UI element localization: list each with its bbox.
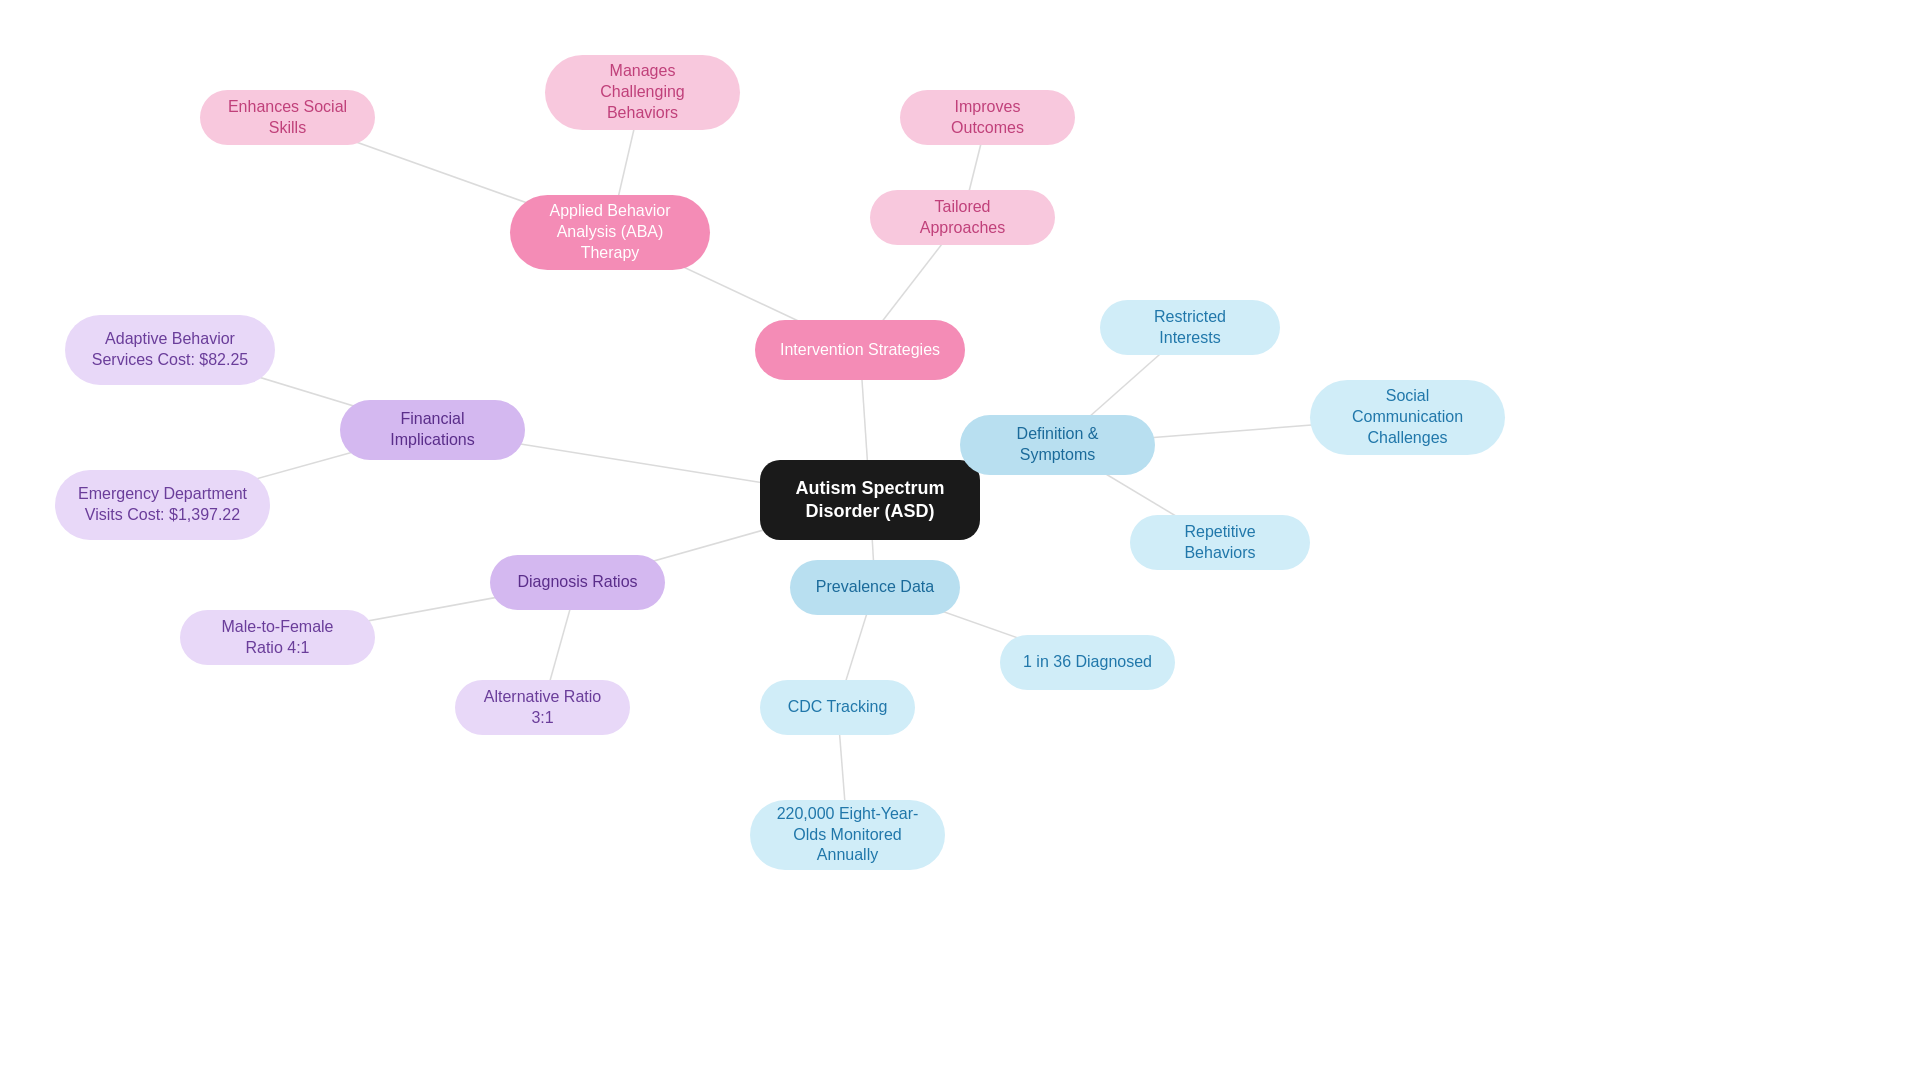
aba-therapy[interactable]: Applied Behavior Analysis (ABA) Therapy <box>510 195 710 270</box>
alternative-ratio[interactable]: Alternative Ratio 3:1 <box>455 680 630 735</box>
social-communication[interactable]: Social Communication Challenges <box>1310 380 1505 455</box>
male-female-ratio[interactable]: Male-to-Female Ratio 4:1 <box>180 610 375 665</box>
cdc-tracking[interactable]: CDC Tracking <box>760 680 915 735</box>
emergency-visits[interactable]: Emergency Department Visits Cost: $1,397… <box>55 470 270 540</box>
tailored-approaches[interactable]: Tailored Approaches <box>870 190 1055 245</box>
connections-svg <box>0 0 1920 1083</box>
prevalence-data[interactable]: Prevalence Data <box>790 560 960 615</box>
enhances-social[interactable]: Enhances Social Skills <box>200 90 375 145</box>
intervention-strategies[interactable]: Intervention Strategies <box>755 320 965 380</box>
repetitive-behaviors[interactable]: Repetitive Behaviors <box>1130 515 1310 570</box>
improves-outcomes[interactable]: Improves Outcomes <box>900 90 1075 145</box>
220000-monitored[interactable]: 220,000 Eight-Year-Olds Monitored Annual… <box>750 800 945 870</box>
center-node[interactable]: Autism Spectrum Disorder (ASD) <box>760 460 980 540</box>
restricted-interests[interactable]: Restricted Interests <box>1100 300 1280 355</box>
manages-challenging[interactable]: Manages Challenging Behaviors <box>545 55 740 130</box>
diagnosis-ratios[interactable]: Diagnosis Ratios <box>490 555 665 610</box>
one-in-36[interactable]: 1 in 36 Diagnosed <box>1000 635 1175 690</box>
adaptive-behavior[interactable]: Adaptive Behavior Services Cost: $82.25 <box>65 315 275 385</box>
definition-symptoms[interactable]: Definition & Symptoms <box>960 415 1155 475</box>
mindmap-container: Autism Spectrum Disorder (ASD) Interventi… <box>0 0 1920 1083</box>
financial-implications[interactable]: Financial Implications <box>340 400 525 460</box>
